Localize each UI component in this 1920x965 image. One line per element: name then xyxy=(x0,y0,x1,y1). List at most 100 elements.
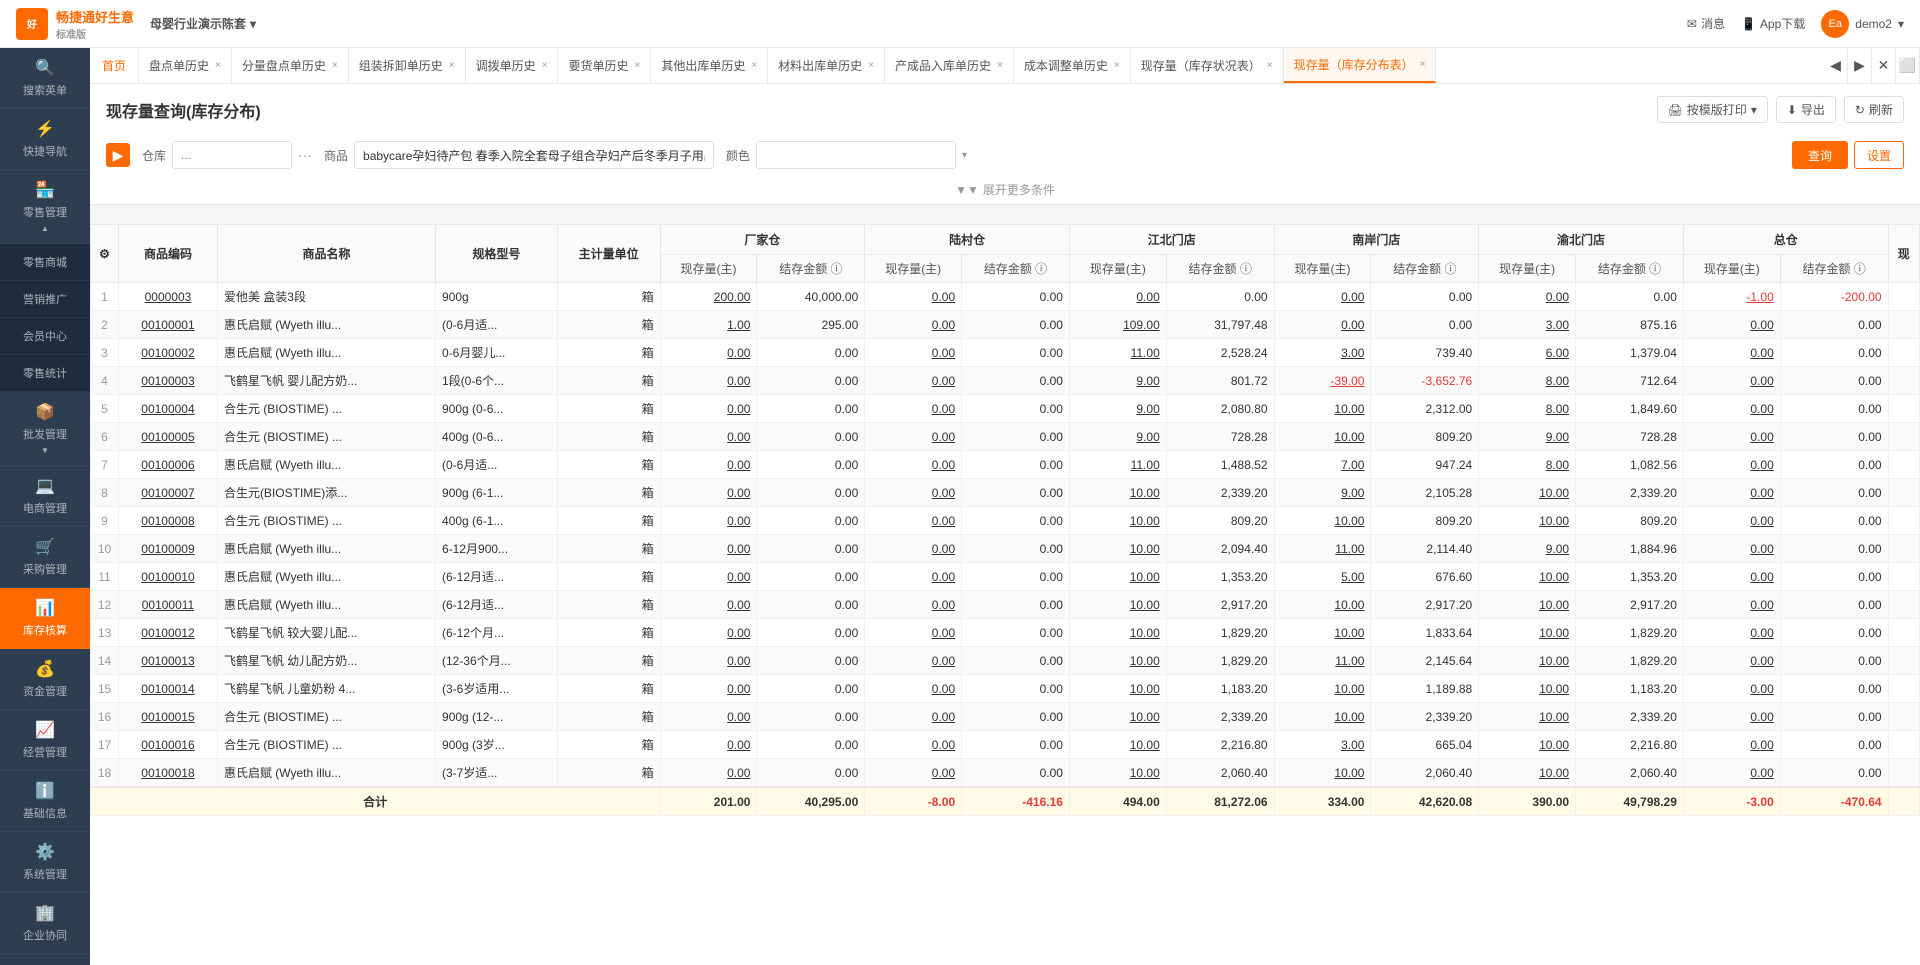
sidebar-item-finance[interactable]: 💰 资金管理 xyxy=(0,649,90,710)
table-row: 1400100013飞鹤星飞帆 幼儿配方奶...(12-36个月...箱0.00… xyxy=(91,647,1920,675)
sidebar-item-ecommerce[interactable]: 💻 电商管理 xyxy=(0,466,90,527)
filter-expand-btn[interactable]: ▶ xyxy=(106,143,130,167)
logo-sub: 标准版 xyxy=(56,26,134,41)
refresh-btn[interactable]: ↻ 刷新 xyxy=(1844,96,1904,123)
product-code[interactable]: 00100016 xyxy=(119,731,218,759)
th-jb-qty: 现存量(主) xyxy=(1069,255,1166,283)
search-btn[interactable]: 查询 xyxy=(1792,141,1848,169)
product-code[interactable]: 00100010 xyxy=(119,563,218,591)
product-code[interactable]: 00100003 xyxy=(119,367,218,395)
product-code[interactable]: 00100004 xyxy=(119,395,218,423)
th-jiangbei: 江北门店 xyxy=(1069,225,1274,255)
table-row: 1700100016合生元 (BIOSTIME) ...900g (3岁...箱… xyxy=(91,731,1920,759)
product-code[interactable]: 00100014 xyxy=(119,675,218,703)
th-settings[interactable]: ⚙ xyxy=(91,225,119,283)
close-icon[interactable]: × xyxy=(332,60,338,71)
product-code[interactable]: 00100009 xyxy=(119,535,218,563)
product-code[interactable]: 00100015 xyxy=(119,703,218,731)
close-icon[interactable]: × xyxy=(1114,60,1120,71)
row-index: 11 xyxy=(91,563,119,591)
tab-othout[interactable]: 其他出库单历史 × xyxy=(651,48,768,83)
org-selector[interactable]: 母婴行业演示陈套 ▾ xyxy=(150,15,256,32)
print-btn[interactable]: 🖨 按模版打印 ▾ xyxy=(1657,96,1768,123)
product-code[interactable]: 00100011 xyxy=(119,591,218,619)
product-code[interactable]: 00100001 xyxy=(119,311,218,339)
product-name: 飞鹤星飞帆 婴儿配方奶... xyxy=(217,367,435,395)
th-na-qty: 现存量(主) xyxy=(1274,255,1371,283)
sidebar-item-system[interactable]: ⚙️ 系统管理 xyxy=(0,832,90,893)
product-code[interactable]: 00100002 xyxy=(119,339,218,367)
close-icon[interactable]: × xyxy=(997,60,1003,71)
system-icon: ⚙️ xyxy=(35,842,55,862)
tab-requisition[interactable]: 要货单历史 × xyxy=(558,48,651,83)
sidebar-item-retail-stats[interactable]: 零售统计 xyxy=(0,355,90,392)
row-index: 7 xyxy=(91,451,119,479)
product-code[interactable]: 0000003 xyxy=(119,283,218,311)
expand-more-btn[interactable]: ▼▼ 展开更多条件 xyxy=(955,181,1055,198)
tab-pddist[interactable]: 分量盘点单历史 × xyxy=(232,48,349,83)
close-icon[interactable]: × xyxy=(215,60,221,71)
tab-home[interactable]: 首页 xyxy=(90,48,139,83)
close-icon[interactable]: × xyxy=(868,60,874,71)
color-input[interactable] xyxy=(756,141,956,169)
tab-transfer[interactable]: 调拨单历史 × xyxy=(466,48,559,83)
table-container[interactable]: ⚙ 商品编码 商品名称 规格型号 主计量单位 厂家仓 陆村仓 江北门店 南岸门店… xyxy=(90,224,1920,965)
product-code[interactable]: 00100012 xyxy=(119,619,218,647)
product-spec: 400g (0-6... xyxy=(436,423,558,451)
sidebar-item-inventory[interactable]: 📊 库存核算 xyxy=(0,588,90,649)
row-index: 10 xyxy=(91,535,119,563)
message-btn[interactable]: ✉ 消息 xyxy=(1687,15,1725,32)
tab-maximize-btn[interactable]: ⬜ xyxy=(1896,48,1920,83)
tab-next-btn[interactable]: ▶ xyxy=(1848,48,1872,83)
sidebar-item-wholesale[interactable]: 📦 批发管理 ▼ xyxy=(0,392,90,466)
product-input[interactable] xyxy=(354,141,714,169)
tab-inventory-status[interactable]: 现存量（库存状况表） × xyxy=(1131,48,1284,83)
sidebar-item-basic[interactable]: ℹ️ 基础信息 xyxy=(0,771,90,832)
product-code[interactable]: 00100018 xyxy=(119,759,218,788)
th-yubei: 渝北门店 xyxy=(1479,225,1684,255)
product-code[interactable]: 00100006 xyxy=(119,451,218,479)
product-spec: 0-6月婴儿... xyxy=(436,339,558,367)
tab-close-all-btn[interactable]: ✕ xyxy=(1872,48,1896,83)
export-btn[interactable]: ⬇ 导出 xyxy=(1776,96,1836,123)
row-index: 4 xyxy=(91,367,119,395)
product-code[interactable]: 00100008 xyxy=(119,507,218,535)
tab-groupdiscount[interactable]: 组装拆卸单历史 × xyxy=(349,48,466,83)
tab-materialout[interactable]: 材料出库单历史 × xyxy=(768,48,885,83)
close-icon[interactable]: × xyxy=(1267,60,1273,71)
close-icon[interactable]: × xyxy=(1420,59,1426,70)
close-icon[interactable]: × xyxy=(542,60,548,71)
product-code[interactable]: 00100007 xyxy=(119,479,218,507)
th-factory: 厂家仓 xyxy=(660,225,865,255)
inventory-icon: 📊 xyxy=(35,598,55,618)
chevron-down-icon: ▾ xyxy=(1751,103,1757,117)
sidebar-item-purchase[interactable]: 🛒 采购管理 xyxy=(0,527,90,588)
table-row: 1800100018惠氏启赋 (Wyeth illu...(3-7岁适...箱0… xyxy=(91,759,1920,788)
tab-costadjust[interactable]: 成本调整单历史 × xyxy=(1014,48,1131,83)
sidebar-item-nav[interactable]: ⚡ 快捷导航 xyxy=(0,109,90,170)
close-icon[interactable]: × xyxy=(634,60,640,71)
setting-btn[interactable]: 设置 xyxy=(1854,141,1904,169)
sidebar-item-retail-store[interactable]: 零售商城 xyxy=(0,244,90,281)
product-code[interactable]: 00100005 xyxy=(119,423,218,451)
user-menu[interactable]: Ea demo2 ▾ xyxy=(1821,10,1904,38)
tab-prev-btn[interactable]: ◀ xyxy=(1824,48,1848,83)
warehouse-input[interactable] xyxy=(172,141,292,169)
close-icon[interactable]: × xyxy=(449,60,455,71)
product-spec: (6-12月适... xyxy=(436,563,558,591)
sidebar-item-search[interactable]: 🔍 搜索英单 xyxy=(0,48,90,109)
product-code[interactable]: 00100013 xyxy=(119,647,218,675)
current-qty xyxy=(1888,479,1919,507)
current-qty xyxy=(1888,395,1919,423)
tab-productin[interactable]: 产成品入库单历史 × xyxy=(885,48,1014,83)
sidebar-item-enterprise[interactable]: 🏢 企业协同 xyxy=(0,893,90,954)
sidebar-item-marketing[interactable]: 营销推广 xyxy=(0,281,90,318)
tab-inventory-dist[interactable]: 现存量（库存分布表） × xyxy=(1284,48,1437,83)
close-icon[interactable]: × xyxy=(751,60,757,71)
sidebar-item-guide[interactable]: 📖 新手引导 xyxy=(0,954,90,965)
sidebar-item-member[interactable]: 会员中心 xyxy=(0,318,90,355)
sidebar-item-retail[interactable]: 🏪 零售管理 ▲ xyxy=(0,170,90,244)
sidebar-item-operation[interactable]: 📈 经营管理 xyxy=(0,710,90,771)
tab-pdsingle[interactable]: 盘点单历史 × xyxy=(139,48,232,83)
app-download-btn[interactable]: 📱 App下载 xyxy=(1741,15,1805,32)
